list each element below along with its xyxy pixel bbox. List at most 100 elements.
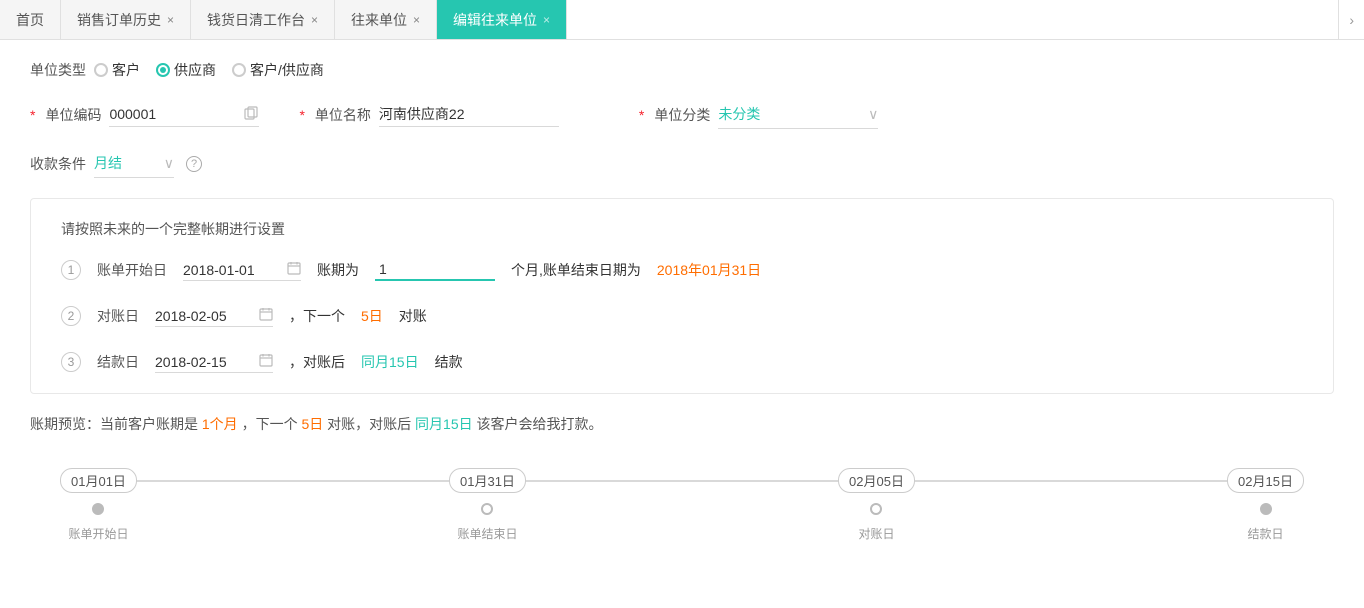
timeline-sublabel-reconcile: 对账日 — [858, 525, 894, 542]
close-icon[interactable]: × — [543, 14, 550, 26]
radio-customer[interactable]: 客户 — [94, 60, 140, 80]
period-end-date: 2018年01月31日 — [657, 260, 761, 280]
period-num-3: 3 — [61, 352, 81, 372]
preview-suffix: 该客户会给我打款。 — [477, 416, 603, 432]
unit-name-input[interactable] — [379, 102, 559, 127]
tab-sales-label: 销售订单历史 — [77, 10, 161, 30]
tab-home[interactable]: 首页 — [0, 0, 61, 39]
period-suffix: 个月,账单结束日期为 — [511, 260, 641, 280]
main-content: 单位类型 客户 供应商 客户/供应商 * 单位编码 — [0, 40, 1364, 608]
tab-sales-history[interactable]: 销售订单历史 × — [61, 0, 191, 39]
unit-code-field — [109, 102, 259, 127]
period-mid-label: 账期为 — [317, 260, 359, 280]
payment-terms-value: 月结 — [94, 153, 160, 173]
reconcile-suffix2: 对账 — [399, 306, 427, 326]
radio-supplier-label: 供应商 — [174, 60, 216, 80]
tab-bar: 首页 销售订单历史 × 钱货日清工作台 × 往来单位 × 编辑往来单位 × › — [0, 0, 1364, 40]
reconcile-date-field — [155, 305, 273, 327]
payment-terms-select[interactable]: 月结 ∨ — [94, 149, 174, 178]
radio-both[interactable]: 客户/供应商 — [232, 60, 324, 80]
chevron-right-icon: › — [1349, 12, 1354, 28]
calendar-icon[interactable] — [259, 353, 273, 370]
timeline-point-reconcile: 02月05日 对账日 — [838, 468, 915, 542]
preview-part2: 5日 — [301, 416, 323, 432]
payment-suffix: ，对账后 — [289, 352, 345, 372]
preview-text: 账期预览：当前客户账期是 1个月 ，下一个 5日 对账，对账后 同月15日 该客… — [30, 414, 1334, 434]
preview-part1: 1个月 — [202, 416, 238, 432]
required-mark: * — [639, 107, 644, 123]
timeline-label-start: 01月01日 — [60, 468, 137, 493]
calendar-icon[interactable] — [259, 307, 273, 324]
required-mark: * — [30, 107, 35, 123]
close-icon[interactable]: × — [167, 14, 174, 26]
tab-home-label: 首页 — [16, 10, 44, 30]
unit-type-item: 单位类型 客户 供应商 客户/供应商 — [30, 60, 324, 80]
period-row-1: 1 账单开始日 账期为 个月,账单结束日期为 2018年01月31日 — [61, 259, 1303, 281]
payment-label: 结款日 — [97, 352, 139, 372]
timeline-label-end-bill: 01月31日 — [449, 468, 526, 493]
unit-category-value: 未分类 — [718, 104, 864, 124]
help-icon[interactable]: ? — [186, 156, 202, 172]
timeline-point-end-bill: 01月31日 账单结束日 — [449, 468, 526, 542]
required-mark: * — [299, 107, 304, 123]
unit-name-item: * 单位名称 — [299, 102, 558, 127]
unit-name-label: 单位名称 — [315, 105, 371, 125]
unit-code-item: * 单位编码 — [30, 102, 259, 127]
tab-cash-label: 钱货日清工作台 — [207, 10, 305, 30]
close-icon[interactable]: × — [413, 14, 420, 26]
period-row-3: 3 结款日 ，对账后 同月15日 结款 — [61, 351, 1303, 373]
timeline-dot-end-bill — [481, 503, 493, 515]
payment-day: 同月15日 — [361, 352, 419, 372]
tab-cash-work[interactable]: 钱货日清工作台 × — [191, 0, 335, 39]
period-months-input[interactable] — [375, 259, 495, 281]
payment-terms-item: 收款条件 月结 ∨ ? — [30, 149, 202, 178]
reconcile-suffix: ，下一个 — [289, 306, 345, 326]
timeline-dot-payment — [1260, 503, 1272, 515]
payment-terms-row: 收款条件 月结 ∨ ? — [30, 149, 1334, 178]
period-num-1: 1 — [61, 260, 81, 280]
payment-suffix2: 结款 — [435, 352, 463, 372]
radio-supplier-circle — [156, 63, 170, 77]
tab-edit-partner-label: 编辑往来单位 — [453, 10, 537, 30]
period-num-2: 2 — [61, 306, 81, 326]
reconcile-day: 5日 — [361, 306, 383, 326]
bill-start-date-input[interactable] — [183, 262, 283, 278]
unit-code-label: 单位编码 — [45, 105, 101, 125]
tab-partner-label: 往来单位 — [351, 10, 407, 30]
period-row-2: 2 对账日 ，下一个 5日 对账 — [61, 305, 1303, 327]
reconcile-date-input[interactable] — [155, 308, 255, 324]
unit-category-label: 单位分类 — [654, 105, 710, 125]
unit-type-radio-group: 客户 供应商 客户/供应商 — [94, 60, 324, 80]
calendar-icon[interactable] — [287, 261, 301, 278]
payment-date-input[interactable] — [155, 354, 255, 370]
timeline-points: 01月01日 账单开始日 01月31日 账单结束日 02月05日 对账日 02月… — [60, 468, 1304, 542]
unit-category-select[interactable]: 未分类 ∨ — [718, 100, 878, 129]
radio-both-circle — [232, 63, 246, 77]
radio-both-label: 客户/供应商 — [250, 60, 324, 80]
unit-code-input[interactable] — [109, 102, 239, 126]
timeline-label-payment: 02月15日 — [1227, 468, 1304, 493]
timeline-container: 01月01日 账单开始日 01月31日 账单结束日 02月05日 对账日 02月… — [30, 458, 1334, 572]
chevron-down-icon: ∨ — [868, 106, 878, 123]
preview-prefix: 账期预览：当前客户账期是 — [30, 416, 198, 432]
payment-date-field — [155, 351, 273, 373]
radio-customer-label: 客户 — [112, 60, 140, 80]
unit-category-item: * 单位分类 未分类 ∨ — [639, 100, 878, 129]
chevron-down-icon: ∨ — [164, 155, 174, 172]
tab-more-button[interactable]: › — [1338, 0, 1364, 39]
preview-mid: ，下一个 — [242, 416, 298, 432]
tab-edit-partner[interactable]: 编辑往来单位 × — [437, 0, 567, 39]
copy-icon[interactable] — [243, 105, 259, 124]
reconcile-label: 对账日 — [97, 306, 139, 326]
timeline-sublabel-end-bill: 账单结束日 — [457, 525, 517, 542]
timeline-point-start: 01月01日 账单开始日 — [60, 468, 137, 542]
bill-start-date-field — [183, 259, 301, 281]
unit-type-row: 单位类型 客户 供应商 客户/供应商 — [30, 60, 1334, 80]
tab-partner[interactable]: 往来单位 × — [335, 0, 437, 39]
period-settings-box: 请按照未来的一个完整帐期进行设置 1 账单开始日 账期为 个月,账单结束日期为 — [30, 198, 1334, 394]
close-icon[interactable]: × — [311, 14, 318, 26]
payment-terms-label: 收款条件 — [30, 154, 86, 174]
preview-mid2: 对账，对账后 — [327, 416, 411, 432]
radio-supplier[interactable]: 供应商 — [156, 60, 216, 80]
unit-type-label: 单位类型 — [30, 60, 86, 80]
